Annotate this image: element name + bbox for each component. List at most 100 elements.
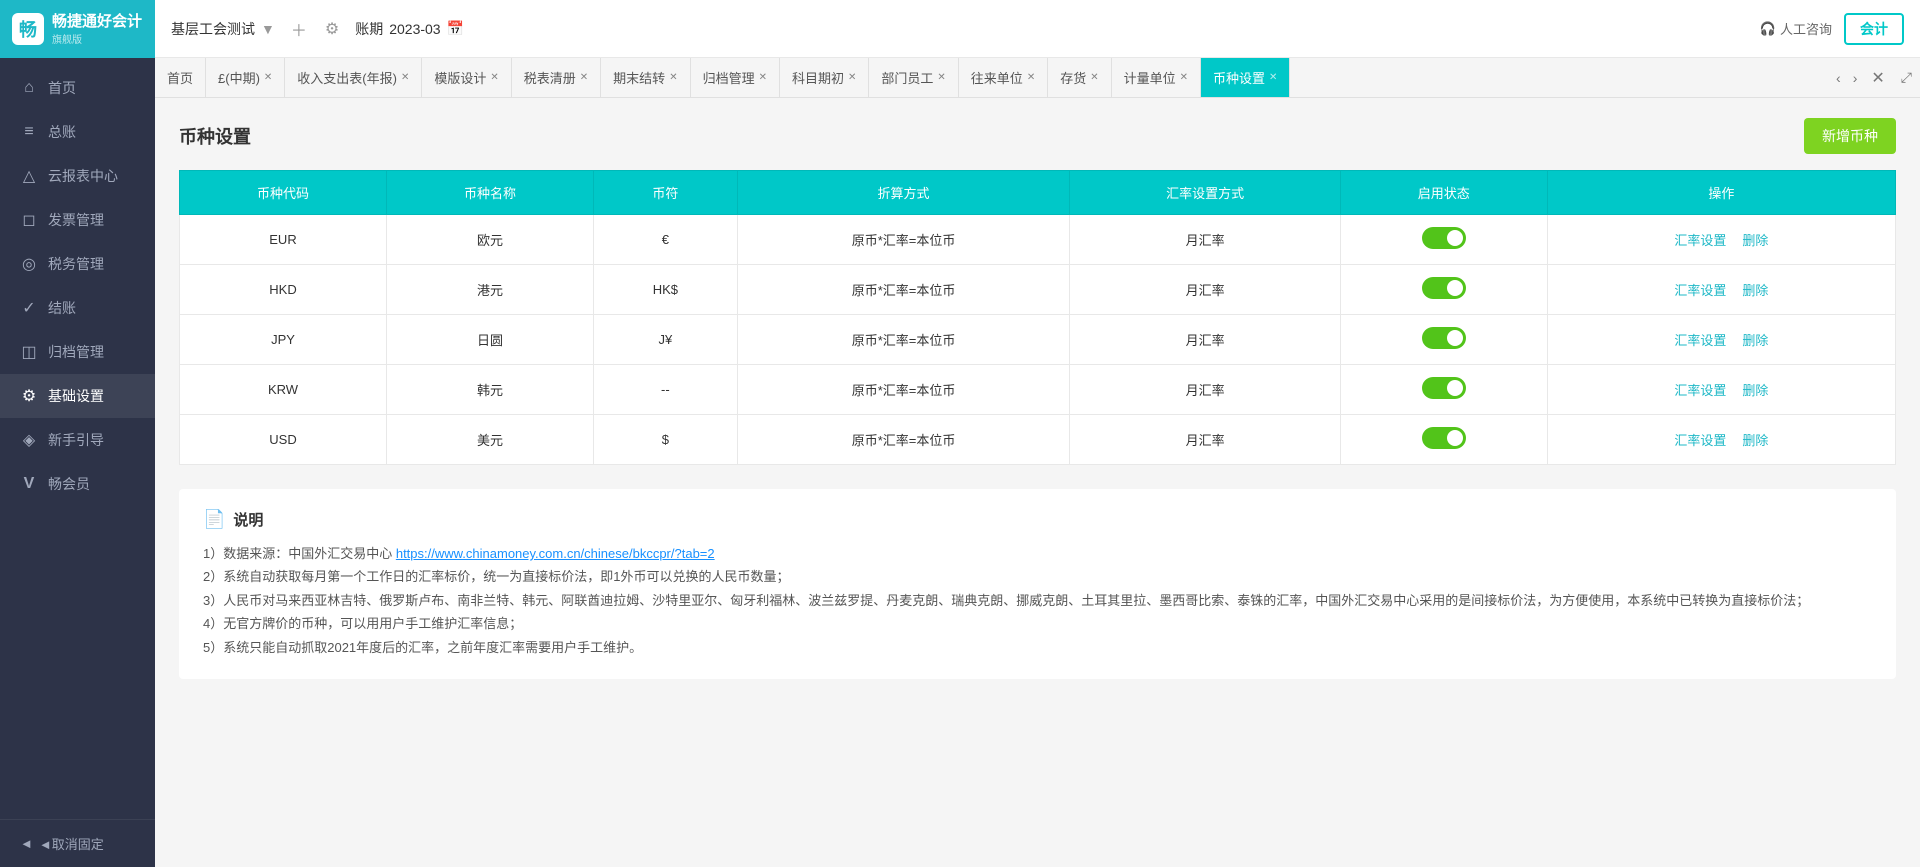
cell-status — [1340, 365, 1547, 415]
tab-income-report-label: 收入支出表(年报) — [297, 68, 397, 87]
status-toggle[interactable] — [1422, 277, 1466, 299]
tab-currency[interactable]: 币种设置 ✕ — [1201, 58, 1290, 98]
tab-period[interactable]: £(中期) ✕ — [206, 58, 285, 98]
tab-expand-btn[interactable]: ⤢ — [1893, 58, 1920, 98]
tab-subjects[interactable]: 科目期初 ✕ — [780, 58, 869, 98]
delete-link[interactable]: 删除 — [1742, 433, 1768, 448]
tab-home[interactable]: 首页 — [155, 58, 206, 98]
cell-status — [1340, 315, 1547, 365]
rate-setting-link[interactable]: 汇率设置 — [1674, 433, 1726, 448]
tab-template-design-close[interactable]: ✕ — [490, 72, 498, 83]
sidebar-item-invoice[interactable]: ◻ 发票管理 — [0, 198, 155, 242]
tabbar: 首页 £(中期) ✕ 收入支出表(年报) ✕ 模版设计 ✕ 税表清册 ✕ 期末结… — [155, 58, 1920, 98]
tab-subjects-close[interactable]: ✕ — [848, 72, 856, 83]
tab-period-close[interactable]: ✕ — [264, 72, 272, 83]
tab-archive-close[interactable]: ✕ — [759, 72, 767, 83]
sidebar-item-settings[interactable]: ⚙ 基础设置 — [0, 374, 155, 418]
sidebar-item-guide-label: 新手引导 — [48, 430, 104, 450]
cell-calc: 原币*汇率=本位币 — [737, 215, 1070, 265]
tab-tax-list-close[interactable]: ✕ — [580, 72, 588, 83]
delete-link[interactable]: 删除 — [1742, 233, 1768, 248]
new-currency-button[interactable]: 新增币种 — [1804, 118, 1896, 154]
tab-units[interactable]: 计量单位 ✕ — [1112, 58, 1201, 98]
page-content: 币种设置 新增币种 币种代码 币种名称 币符 折算方式 汇率设置方式 启用状态 … — [155, 98, 1920, 867]
sidebar-item-archive[interactable]: ◫ 归档管理 — [0, 330, 155, 374]
tab-inventory[interactable]: 存货 ✕ — [1048, 58, 1111, 98]
sidebar-item-home[interactable]: ⌂ 首页 — [0, 66, 155, 110]
delete-link[interactable]: 删除 — [1742, 283, 1768, 298]
cell-rate-type: 月汇率 — [1070, 365, 1340, 415]
notes-section: 📄 说明 1）数据来源：中国外汇交易中心 https://www.chinamo… — [179, 489, 1896, 679]
tab-period-label: £(中期) — [218, 68, 260, 87]
col-code: 币种代码 — [180, 171, 387, 215]
status-toggle[interactable] — [1422, 227, 1466, 249]
col-status: 启用状态 — [1340, 171, 1547, 215]
tab-dept[interactable]: 部门员工 ✕ — [869, 58, 958, 98]
tab-contacts[interactable]: 往来单位 ✕ — [959, 58, 1048, 98]
tab-template-design[interactable]: 模版设计 ✕ — [422, 58, 511, 98]
tab-inventory-close[interactable]: ✕ — [1090, 72, 1098, 83]
status-toggle[interactable] — [1422, 377, 1466, 399]
tab-close-all-btn[interactable]: ✕ — [1863, 58, 1892, 98]
cell-rate-type: 月汇率 — [1070, 215, 1340, 265]
ledger-icon: ≡ — [20, 123, 38, 141]
sidebar-item-checkout[interactable]: ✓ 结账 — [0, 286, 155, 330]
rate-setting-link[interactable]: 汇率设置 — [1674, 283, 1726, 298]
rate-setting-link[interactable]: 汇率设置 — [1674, 333, 1726, 348]
cell-actions: 汇率设置 删除 — [1547, 215, 1895, 265]
add-company-btn[interactable]: ＋ — [287, 13, 311, 45]
company-selector[interactable]: 基层工会测试 ▼ — [171, 19, 275, 39]
tab-next-btn[interactable]: › — [1847, 58, 1864, 98]
app-subtitle: 旗舰版 — [52, 31, 142, 46]
tab-template-design-label: 模版设计 — [434, 68, 486, 87]
sidebar-item-guide[interactable]: ◈ 新手引导 — [0, 418, 155, 462]
tab-tax-list[interactable]: 税表清册 ✕ — [512, 58, 601, 98]
tab-units-close[interactable]: ✕ — [1180, 72, 1188, 83]
delete-link[interactable]: 删除 — [1742, 383, 1768, 398]
tab-income-report[interactable]: 收入支出表(年报) ✕ — [285, 58, 422, 98]
tab-income-report-close[interactable]: ✕ — [401, 72, 409, 83]
cell-calc: 原币*汇率=本位币 — [737, 315, 1070, 365]
note-item-1: 1）数据来源：中国外汇交易中心 https://www.chinamoney.c… — [203, 542, 1872, 565]
col-name: 币种名称 — [387, 171, 594, 215]
sidebar-item-ledger[interactable]: ≡ 总账 — [0, 110, 155, 154]
cell-status — [1340, 415, 1547, 465]
settings-gear-btn[interactable]: ⚙ — [321, 15, 343, 43]
status-toggle[interactable] — [1422, 427, 1466, 449]
rate-setting-link[interactable]: 汇率设置 — [1674, 233, 1726, 248]
app-logo-icon: 畅 — [12, 13, 44, 45]
tab-archive[interactable]: 归档管理 ✕ — [691, 58, 780, 98]
sidebar: 畅 畅捷通好会计 旗舰版 ⌂ 首页 ≡ 总账 △ 云报表中心 ◻ 发票管理 ◎ … — [0, 0, 155, 867]
status-toggle[interactable] — [1422, 327, 1466, 349]
sidebar-item-member[interactable]: V 畅会员 — [0, 462, 155, 506]
cell-actions: 汇率设置 删除 — [1547, 265, 1895, 315]
currency-table: 币种代码 币种名称 币符 折算方式 汇率设置方式 启用状态 操作 EUR欧元€原… — [179, 170, 1896, 465]
delete-link[interactable]: 删除 — [1742, 333, 1768, 348]
help-button[interactable]: 🎧 人工咨询 — [1760, 19, 1832, 38]
tab-currency-close[interactable]: ✕ — [1269, 72, 1277, 83]
user-role-button[interactable]: 会计 — [1844, 13, 1904, 45]
sidebar-item-tax[interactable]: ◎ 税务管理 — [0, 242, 155, 286]
topbar: 基层工会测试 ▼ ＋ ⚙ 账期 2023-03 📅 🎧 人工咨询 会计 — [155, 0, 1920, 58]
calendar-icon[interactable]: 📅 — [447, 20, 464, 37]
tab-period-end[interactable]: 期末结转 ✕ — [601, 58, 690, 98]
tab-contacts-close[interactable]: ✕ — [1027, 72, 1035, 83]
tab-currency-label: 币种设置 — [1213, 68, 1265, 87]
sidebar-pin-toggle[interactable]: ◄ ◄取消固定 — [0, 819, 155, 867]
rate-setting-link[interactable]: 汇率设置 — [1674, 383, 1726, 398]
sidebar-item-reports[interactable]: △ 云报表中心 — [0, 154, 155, 198]
col-symbol: 币符 — [594, 171, 738, 215]
tab-dept-close[interactable]: ✕ — [937, 72, 945, 83]
guide-icon: ◈ — [20, 430, 38, 450]
cell-symbol: $ — [594, 415, 738, 465]
tab-period-end-close[interactable]: ✕ — [669, 72, 677, 83]
chinamoney-link[interactable]: https://www.chinamoney.com.cn/chinese/bk… — [396, 546, 715, 561]
sidebar-logo: 畅 畅捷通好会计 旗舰版 — [0, 0, 155, 58]
table-row: HKD港元HK$原币*汇率=本位币月汇率汇率设置删除 — [180, 265, 1896, 315]
table-row: USD美元$原币*汇率=本位币月汇率汇率设置删除 — [180, 415, 1896, 465]
tab-prev-btn[interactable]: ‹ — [1830, 58, 1847, 98]
col-calc: 折算方式 — [737, 171, 1070, 215]
sidebar-item-reports-label: 云报表中心 — [48, 166, 118, 186]
invoice-icon: ◻ — [20, 210, 38, 230]
period-info: 账期 2023-03 📅 — [355, 19, 464, 39]
